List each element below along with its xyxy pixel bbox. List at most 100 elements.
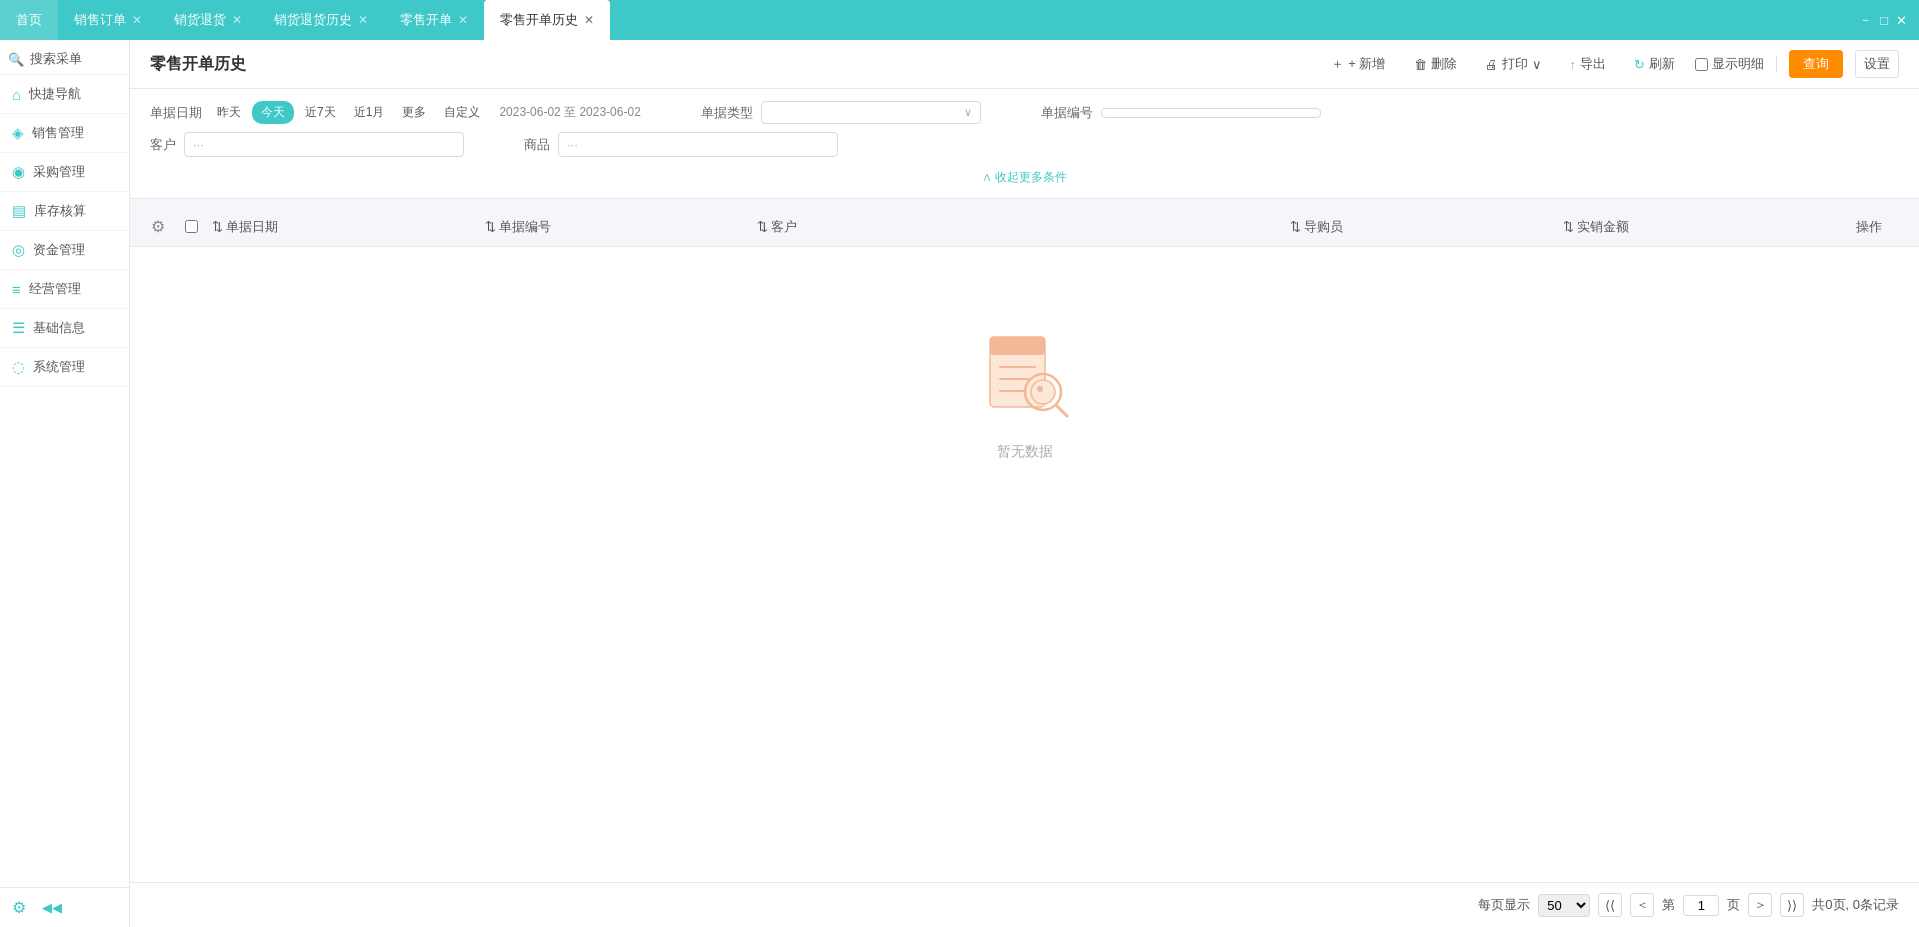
- sidebar-item-basic-info[interactable]: ☰ 基础信息: [0, 309, 129, 348]
- customer-input[interactable]: ···: [184, 132, 464, 157]
- add-button[interactable]: ＋ + 新增: [1323, 51, 1393, 77]
- svg-point-6: [1031, 380, 1055, 404]
- type-label: 单据类型: [701, 104, 753, 122]
- delete-button[interactable]: 🗑 删除: [1406, 51, 1465, 77]
- purchase-icon: ◉: [12, 163, 25, 181]
- tab-home-label: 首页: [16, 11, 42, 29]
- minimize-btn[interactable]: －: [1859, 11, 1872, 29]
- number-input[interactable]: [1101, 108, 1321, 118]
- basic-info-icon: ☰: [12, 319, 25, 337]
- main-layout: 🔍 搜索采单 ⌂ 快捷导航 ◈ 销售管理 ◉ 采购管理 ▤ 库存核算 ◎ 资金管…: [0, 40, 1919, 927]
- settings-icon[interactable]: ⚙: [12, 898, 26, 917]
- toolbar: ＋ + 新增 🗑 删除 🖨 打印 ∨ ↑ 导出 ↻: [1323, 50, 1899, 88]
- select-all-checkbox[interactable]: [185, 220, 198, 233]
- date-buttons: 昨天 今天 近7天 近1月 更多 自定义: [210, 101, 487, 124]
- sidebar-item-finance[interactable]: ◎ 资金管理: [0, 231, 129, 270]
- table-select-all[interactable]: [176, 220, 206, 233]
- sidebar-item-inventory[interactable]: ▤ 库存核算: [0, 192, 129, 231]
- tab-return-history[interactable]: 销货退货历史 ✕: [258, 0, 384, 40]
- svg-rect-1: [990, 337, 1045, 355]
- sidebar-search[interactable]: 🔍 搜索采单: [0, 40, 129, 75]
- tab-retail-order-history-close[interactable]: ✕: [584, 13, 594, 27]
- last-page-btn[interactable]: ⟩⟩: [1780, 893, 1804, 917]
- maximize-btn[interactable]: □: [1880, 13, 1888, 28]
- sidebar-item-purchase-label: 采购管理: [33, 163, 85, 181]
- date-btn-yesterday[interactable]: 昨天: [210, 101, 248, 124]
- tab-retail-order-history[interactable]: 零售开单历史 ✕: [484, 0, 610, 40]
- date-btn-today[interactable]: 今天: [252, 101, 294, 124]
- date-btn-custom[interactable]: 自定义: [437, 101, 487, 124]
- tab-return-close[interactable]: ✕: [232, 13, 242, 27]
- th-customer[interactable]: ⇅ 客户: [751, 218, 1284, 236]
- print-dropdown-icon: ∨: [1532, 57, 1542, 72]
- th-amount[interactable]: ⇅ 实销金额: [1557, 218, 1830, 236]
- type-filter: 单据类型 ∨: [701, 101, 981, 124]
- display-detail-checkbox[interactable]: [1695, 58, 1708, 71]
- collapse-button[interactable]: ∧ 收起更多条件: [150, 165, 1899, 190]
- system-icon: ◌: [12, 358, 25, 376]
- th-salesperson[interactable]: ⇅ 导购员: [1284, 218, 1557, 236]
- goods-input[interactable]: ···: [558, 132, 838, 157]
- tab-sales-order-label: 销售订单: [74, 11, 126, 29]
- first-page-btn[interactable]: ⟨⟨: [1598, 893, 1622, 917]
- per-page-select[interactable]: 50 100 200: [1538, 894, 1590, 917]
- print-button[interactable]: 🖨 打印 ∨: [1477, 51, 1550, 77]
- sidebar-item-purchase[interactable]: ◉ 采购管理: [0, 153, 129, 192]
- add-icon: ＋: [1331, 55, 1344, 73]
- th-number-sort-icon: ⇅: [485, 219, 496, 234]
- next-page-btn[interactable]: ＞: [1748, 893, 1772, 917]
- tab-return[interactable]: 销货退货 ✕: [158, 0, 258, 40]
- refresh-icon: ↻: [1634, 57, 1645, 72]
- date-btn-more[interactable]: 更多: [395, 101, 433, 124]
- export-button[interactable]: ↑ 导出: [1562, 51, 1615, 77]
- th-salesperson-sort-icon: ⇅: [1290, 219, 1301, 234]
- filter-row-2: 客户 ··· 商品 ···: [150, 132, 1899, 157]
- th-amount-sort-icon: ⇅: [1563, 219, 1574, 234]
- sidebar-item-system[interactable]: ◌ 系统管理: [0, 348, 129, 387]
- table-settings-btn[interactable]: ⚙: [140, 217, 176, 236]
- close-btn[interactable]: ✕: [1896, 13, 1907, 28]
- sidebar-item-quick-nav-label: 快捷导航: [29, 85, 81, 103]
- collapse-sidebar-icon[interactable]: ◀◀: [42, 900, 62, 915]
- date-range-display: 2023-06-02 至 2023-06-02: [499, 104, 640, 121]
- goods-filter: 商品 ···: [524, 132, 838, 157]
- sidebar-item-quick-nav[interactable]: ⌂ 快捷导航: [0, 75, 129, 114]
- sidebar-item-operations[interactable]: ≡ 经营管理: [0, 270, 129, 309]
- date-btn-1month[interactable]: 近1月: [347, 101, 392, 124]
- delete-icon: 🗑: [1414, 57, 1427, 72]
- prev-page-btn[interactable]: ＜: [1630, 893, 1654, 917]
- filter-area: 单据日期 昨天 今天 近7天 近1月 更多 自定义 2023-06-02 至 2…: [130, 89, 1919, 199]
- tab-retail-order[interactable]: 零售开单 ✕: [384, 0, 484, 40]
- query-button[interactable]: 查询: [1789, 50, 1843, 78]
- tab-return-history-label: 销货退货历史: [274, 11, 352, 29]
- tab-return-history-close[interactable]: ✕: [358, 13, 368, 27]
- settings-button[interactable]: 设置: [1855, 50, 1899, 78]
- toolbar-divider: [1776, 56, 1777, 72]
- type-select[interactable]: ∨: [761, 101, 981, 124]
- display-detail-toggle[interactable]: 显示明细: [1695, 55, 1764, 73]
- sidebar-footer: ⚙ ◀◀: [0, 887, 129, 927]
- sidebar-item-sales[interactable]: ◈ 销售管理: [0, 114, 129, 153]
- sidebar-item-system-label: 系统管理: [33, 358, 85, 376]
- sidebar: 🔍 搜索采单 ⌂ 快捷导航 ◈ 销售管理 ◉ 采购管理 ▤ 库存核算 ◎ 资金管…: [0, 40, 130, 927]
- tab-retail-order-close[interactable]: ✕: [458, 13, 468, 27]
- tab-retail-order-label: 零售开单: [400, 11, 452, 29]
- table-header: ⚙ ⇅ 单据日期 ⇅ 单据编号 ⇅ 客户: [130, 207, 1919, 247]
- th-date[interactable]: ⇅ 单据日期: [206, 218, 479, 236]
- th-number[interactable]: ⇅ 单据编号: [479, 218, 752, 236]
- date-btn-7days[interactable]: 近7天: [298, 101, 343, 124]
- tab-retail-order-history-label: 零售开单历史: [500, 11, 578, 29]
- tab-home[interactable]: 首页: [0, 0, 58, 40]
- tab-sales-order-close[interactable]: ✕: [132, 13, 142, 27]
- page-input[interactable]: [1683, 895, 1719, 916]
- empty-icon: [975, 327, 1075, 427]
- operations-icon: ≡: [12, 281, 21, 298]
- top-tab-bar: 首页 销售订单 ✕ 销货退货 ✕ 销货退货历史 ✕ 零售开单 ✕ 零售开单历史 …: [0, 0, 1919, 40]
- print-icon: 🖨: [1485, 57, 1498, 72]
- tab-sales-order[interactable]: 销售订单 ✕: [58, 0, 158, 40]
- filter-row-1: 单据日期 昨天 今天 近7天 近1月 更多 自定义 2023-06-02 至 2…: [150, 101, 1899, 124]
- collapse-label: ∧ 收起更多条件: [982, 169, 1067, 186]
- svg-point-8: [1037, 386, 1043, 392]
- finance-icon: ◎: [12, 241, 25, 259]
- refresh-button[interactable]: ↻ 刷新: [1626, 51, 1683, 77]
